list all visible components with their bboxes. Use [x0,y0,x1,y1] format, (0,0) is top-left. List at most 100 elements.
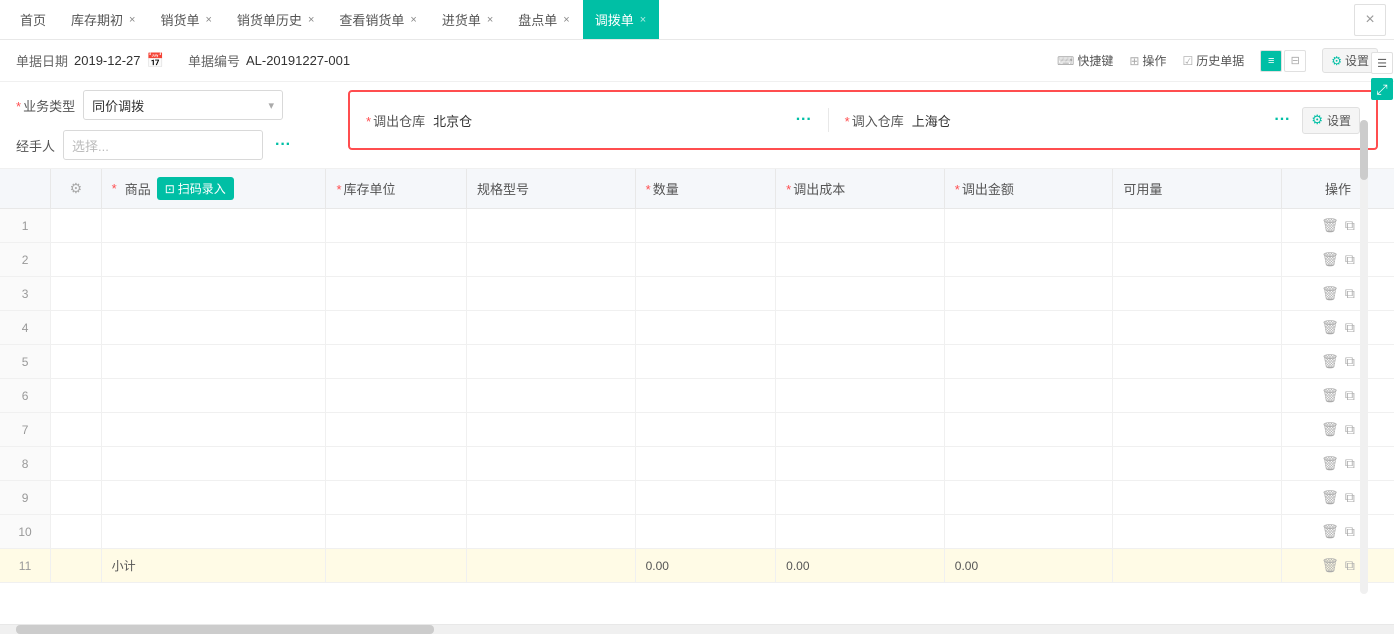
row-delete-icon[interactable]: 🗑 [1321,251,1339,268]
row-amount-cell[interactable] [944,447,1113,481]
row-copy-icon[interactable]: ⧉ [1345,489,1355,506]
row-delete-icon[interactable]: 🗑 [1321,353,1339,370]
row-unit-cell[interactable] [326,515,467,549]
row-amount-cell[interactable] [944,243,1113,277]
column-settings-icon[interactable]: ⚙ [70,180,83,196]
vertical-scrollbar[interactable] [1360,120,1368,594]
view-toggle-list[interactable]: ≡ [1260,50,1282,72]
tab-inventory-init[interactable]: 库存期初 × [59,0,148,39]
row-copy-icon[interactable]: ⧉ [1345,251,1355,268]
transfer-settings-button[interactable]: ⚙ 设置 [1302,107,1360,134]
row-amount-cell[interactable] [944,379,1113,413]
tab-close-sales-order[interactable]: × [205,14,211,26]
row-cost-cell[interactable] [776,379,945,413]
row-spec-cell[interactable] [467,209,636,243]
row-spec-cell[interactable] [467,311,636,345]
tab-sales-history[interactable]: 销货单历史 × [225,0,327,39]
row-amount-cell[interactable] [944,311,1113,345]
bottom-scrollbar[interactable] [0,624,1394,634]
row-spec-cell[interactable] [467,379,636,413]
tab-home[interactable]: 首页 [8,0,59,39]
transfer-out-ellipsis-icon[interactable]: ··· [796,111,812,129]
row-qty-cell[interactable] [635,209,776,243]
row-copy-icon[interactable]: ⧉ [1345,285,1355,302]
row-qty-cell[interactable] [635,413,776,447]
shortcut-button[interactable]: ⌨ 快捷键 [1057,52,1113,69]
row-unit-cell[interactable] [326,447,467,481]
row-delete-icon[interactable]: 🗑 [1321,387,1339,404]
operate-button[interactable]: ⊞ 操作 [1129,52,1166,69]
row-spec-cell[interactable] [467,515,636,549]
row-copy-icon[interactable]: ⧉ [1345,217,1355,234]
row-unit-cell[interactable] [326,413,467,447]
row-product-cell[interactable] [101,209,326,243]
row-delete-icon[interactable]: 🗑 [1321,523,1339,540]
row-cost-cell[interactable] [776,311,945,345]
row-amount-cell[interactable] [944,277,1113,311]
sidebar-expand-button[interactable]: ⤢ [1371,78,1393,100]
sidebar-list-button[interactable]: ☰ [1371,52,1393,74]
row-copy-icon[interactable]: ⧉ [1345,523,1355,540]
window-close-button[interactable]: × [1354,4,1386,36]
row-unit-cell[interactable] [326,379,467,413]
row-spec-cell[interactable] [467,481,636,515]
biz-type-dropdown[interactable]: 同价调拨 ▾ [83,90,283,120]
row-cost-cell[interactable] [776,515,945,549]
tab-close-transfer[interactable]: × [640,14,646,26]
row-delete-icon[interactable]: 🗑 [1321,421,1339,438]
row-delete-icon[interactable]: 🗑 [1321,489,1339,506]
row-copy-icon[interactable]: ⧉ [1345,421,1355,438]
view-toggle-grid[interactable]: ⊟ [1284,50,1306,72]
tab-transfer[interactable]: 调拨单 × [583,0,659,39]
handler-ellipsis-icon[interactable]: ··· [275,136,291,154]
row-cost-cell[interactable] [776,209,945,243]
row-amount-cell[interactable] [944,345,1113,379]
row-delete-icon[interactable]: 🗑 [1321,455,1339,472]
tab-close-inventory-init[interactable]: × [129,14,135,26]
row-qty-cell[interactable] [635,277,776,311]
row-cost-cell[interactable] [776,277,945,311]
row-unit-cell[interactable] [326,345,467,379]
row-copy-icon[interactable]: ⧉ [1345,319,1355,336]
row-unit-cell[interactable] [326,277,467,311]
row-amount-cell[interactable] [944,515,1113,549]
row-spec-cell[interactable] [467,243,636,277]
row-qty-cell[interactable] [635,345,776,379]
subtotal-delete-icon[interactable]: 🗑 [1321,557,1339,574]
row-delete-icon[interactable]: 🗑 [1321,319,1339,336]
tab-inventory-count[interactable]: 盘点单 × [506,0,582,39]
row-qty-cell[interactable] [635,481,776,515]
row-copy-icon[interactable]: ⧉ [1345,455,1355,472]
row-spec-cell[interactable] [467,277,636,311]
row-qty-cell[interactable] [635,447,776,481]
handler-select[interactable]: 选择... [63,130,263,160]
row-unit-cell[interactable] [326,209,467,243]
row-product-cell[interactable] [101,447,326,481]
tab-sales-order[interactable]: 销货单 × [148,0,224,39]
row-unit-cell[interactable] [326,311,467,345]
row-product-cell[interactable] [101,481,326,515]
row-unit-cell[interactable] [326,243,467,277]
row-qty-cell[interactable] [635,311,776,345]
row-cost-cell[interactable] [776,481,945,515]
row-amount-cell[interactable] [944,481,1113,515]
row-spec-cell[interactable] [467,413,636,447]
tab-close-inventory-count[interactable]: × [563,14,569,26]
calendar-icon[interactable]: 📅 [147,52,164,69]
tab-close-sales-history[interactable]: × [308,14,314,26]
row-product-cell[interactable] [101,345,326,379]
row-product-cell[interactable] [101,413,326,447]
history-button[interactable]: ☑ 历史单据 [1182,52,1244,69]
row-spec-cell[interactable] [467,447,636,481]
row-copy-icon[interactable]: ⧉ [1345,353,1355,370]
row-unit-cell[interactable] [326,481,467,515]
row-amount-cell[interactable] [944,209,1113,243]
row-cost-cell[interactable] [776,413,945,447]
th-gear[interactable]: ⚙ [51,169,102,209]
tab-view-sales[interactable]: 查看销货单 × [327,0,429,39]
row-delete-icon[interactable]: 🗑 [1321,217,1339,234]
subtotal-copy-icon[interactable]: ⧉ [1345,557,1355,574]
row-product-cell[interactable] [101,515,326,549]
row-delete-icon[interactable]: 🗑 [1321,285,1339,302]
row-product-cell[interactable] [101,277,326,311]
